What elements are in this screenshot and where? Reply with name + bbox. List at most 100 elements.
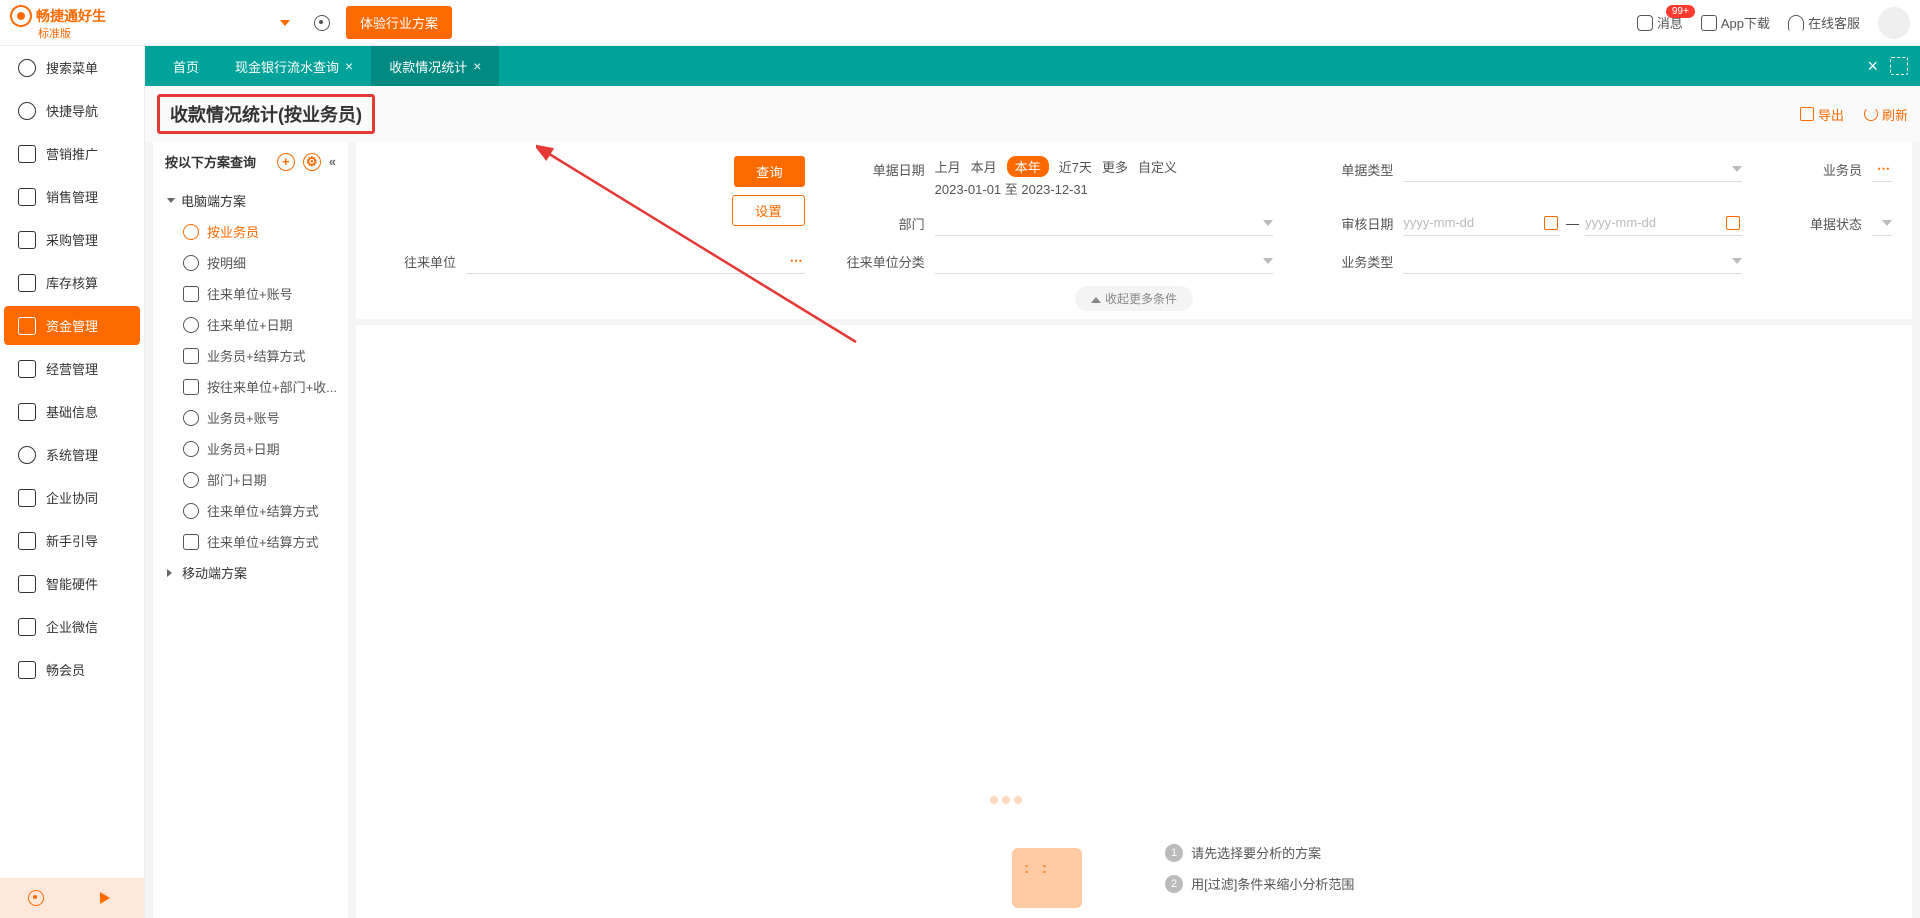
scheme-item-5[interactable]: 按往来单位+部门+收... [153, 371, 348, 402]
scheme-item-7[interactable]: 业务员+日期 [153, 433, 348, 464]
sidebar-item-3[interactable]: 销售管理 [0, 175, 144, 218]
sidebar-item-11[interactable]: 新手引导 [0, 519, 144, 562]
add-scheme-icon[interactable]: + [277, 153, 295, 171]
sidebar-item-7[interactable]: 经营管理 [0, 347, 144, 390]
chevron-right-icon [167, 569, 176, 577]
date-tab-custom[interactable]: 自定义 [1138, 157, 1177, 176]
tab-close-all-icon[interactable]: × [1867, 56, 1878, 77]
sidebar-item-0[interactable]: 搜索菜单 [0, 46, 144, 89]
app-download-button[interactable]: App下载 [1701, 13, 1770, 32]
sidebar-item-6[interactable]: 资金管理 [4, 306, 140, 345]
settings-icon[interactable] [314, 15, 330, 31]
sidebar-item-label: 资金管理 [46, 316, 98, 335]
salesperson-select[interactable]: ⋯ [1872, 156, 1892, 182]
scheme-item-6[interactable]: 业务员+账号 [153, 402, 348, 433]
scheme-group-pc[interactable]: 电脑端方案 [153, 185, 348, 216]
chevron-down-icon [1732, 258, 1742, 264]
sidebar-item-13[interactable]: 企业微信 [0, 605, 144, 648]
bill-type-select[interactable] [1403, 156, 1742, 182]
messages-badge: 99+ [1666, 5, 1695, 18]
search-icon [18, 59, 36, 77]
sidebar-item-1[interactable]: 快捷导航 [0, 89, 144, 132]
audit-date-from[interactable]: yyyy-mm-dd [1403, 210, 1560, 236]
sidebar-item-14[interactable]: 畅会员 [0, 648, 144, 691]
industry-plan-button[interactable]: 体验行业方案 [346, 6, 452, 39]
messages-button[interactable]: 消息 99+ [1637, 13, 1683, 32]
chevron-down-icon [1263, 258, 1273, 264]
tab-label: 首页 [173, 57, 199, 76]
audit-date-to[interactable]: yyyy-mm-dd [1585, 210, 1742, 236]
org-selector[interactable] [140, 20, 302, 26]
scheme-group-mobile[interactable]: 移动端方案 [153, 557, 348, 588]
chevron-down-icon [1263, 220, 1273, 226]
tab-close-icon[interactable]: × [345, 58, 353, 74]
scheme-item-8[interactable]: 部门+日期 [153, 464, 348, 495]
date-tab-more[interactable]: 更多 [1102, 157, 1128, 176]
date-tab-last-month[interactable]: 上月 [935, 157, 961, 176]
tab-label: 现金银行流水查询 [235, 57, 339, 76]
results-area: : : 1请先选择要分析的方案 2用[过滤]条件来缩小分析范围 [356, 325, 1912, 918]
tv-icon [18, 575, 36, 593]
date-tab-this-month[interactable]: 本月 [971, 157, 997, 176]
sidebar-item-4[interactable]: 采购管理 [0, 218, 144, 261]
scheme-settings-icon[interactable]: ⚙ [303, 153, 321, 171]
sidebar-item-label: 搜索菜单 [46, 58, 98, 77]
scheme-item-label: 部门+日期 [207, 470, 267, 489]
sidebar-item-label: 销售管理 [46, 187, 98, 206]
sidebar-item-8[interactable]: 基础信息 [0, 390, 144, 433]
sidebar-item-label: 库存核算 [46, 273, 98, 292]
sidebar: 搜索菜单快捷导航营销推广销售管理采购管理库存核算资金管理经营管理基础信息系统管理… [0, 46, 145, 918]
gift-icon [18, 145, 36, 163]
doc-icon [183, 286, 199, 302]
more-icon: ⋯ [790, 253, 805, 269]
sidebar-item-10[interactable]: 企业协同 [0, 476, 144, 519]
partner-select[interactable]: ⋯ [466, 248, 805, 274]
home-icon [18, 102, 36, 120]
sidebar-item-label: 企业微信 [46, 617, 98, 636]
logo-area: 畅捷通好生 标准版 [10, 5, 140, 41]
scheme-item-10[interactable]: 往来单位+结算方式 [153, 526, 348, 557]
tab-1[interactable]: 现金银行流水查询 × [217, 46, 371, 86]
partner-cat-select[interactable] [935, 248, 1274, 274]
scheme-item-label: 业务员+日期 [207, 439, 280, 458]
sidebar-item-9[interactable]: 系统管理 [0, 433, 144, 476]
scheme-item-label: 业务员+结算方式 [207, 346, 306, 365]
date-tab-this-year[interactable]: 本年 [1007, 156, 1049, 177]
scheme-item-1[interactable]: 按明细 [153, 247, 348, 278]
footer-settings-icon[interactable] [28, 890, 44, 906]
robot-illustration: : : [990, 808, 1110, 908]
brand-name: 畅捷通好生 [36, 6, 106, 26]
bill-status-select[interactable] [1872, 210, 1892, 236]
scheme-item-2[interactable]: 往来单位+账号 [153, 278, 348, 309]
scheme-item-4[interactable]: 业务员+结算方式 [153, 340, 348, 371]
dept-select[interactable] [935, 210, 1274, 236]
collapse-filters-button[interactable]: 收起更多条件 [356, 278, 1912, 319]
topbar-right: 消息 99+ App下载 在线客服 [1637, 7, 1910, 39]
footer-speaker-icon[interactable] [100, 892, 116, 904]
filter-settings-button[interactable]: 设置 [732, 195, 805, 226]
scheme-item-9[interactable]: 往来单位+结算方式 [153, 495, 348, 526]
tab-2[interactable]: 收款情况统计× [371, 46, 499, 86]
sidebar-item-12[interactable]: 智能硬件 [0, 562, 144, 605]
scheme-item-0[interactable]: 按业务员 [153, 216, 348, 247]
user-avatar[interactable] [1878, 7, 1910, 39]
cart-icon [18, 188, 36, 206]
query-button[interactable]: 查询 [734, 156, 805, 187]
sidebar-item-label: 企业协同 [46, 488, 98, 507]
biz-type-select[interactable] [1403, 248, 1742, 274]
export-button[interactable]: 导出 [1800, 105, 1844, 124]
calendar-icon [1544, 216, 1558, 230]
sidebar-item-5[interactable]: 库存核算 [0, 261, 144, 304]
clip-icon [18, 489, 36, 507]
chevron-up-icon [1091, 297, 1101, 303]
brand-sub: 标准版 [38, 25, 71, 41]
refresh-button[interactable]: 刷新 [1864, 105, 1908, 124]
date-tab-last-7[interactable]: 近7天 [1059, 157, 1092, 176]
tab-0[interactable]: 首页 [155, 46, 217, 86]
online-service-button[interactable]: 在线客服 [1788, 13, 1860, 32]
fullscreen-icon[interactable] [1890, 57, 1908, 75]
scheme-item-3[interactable]: 往来单位+日期 [153, 309, 348, 340]
tab-close-icon[interactable]: × [473, 58, 481, 74]
sidebar-item-2[interactable]: 营销推广 [0, 132, 144, 175]
collapse-panel-icon[interactable]: « [329, 154, 336, 169]
